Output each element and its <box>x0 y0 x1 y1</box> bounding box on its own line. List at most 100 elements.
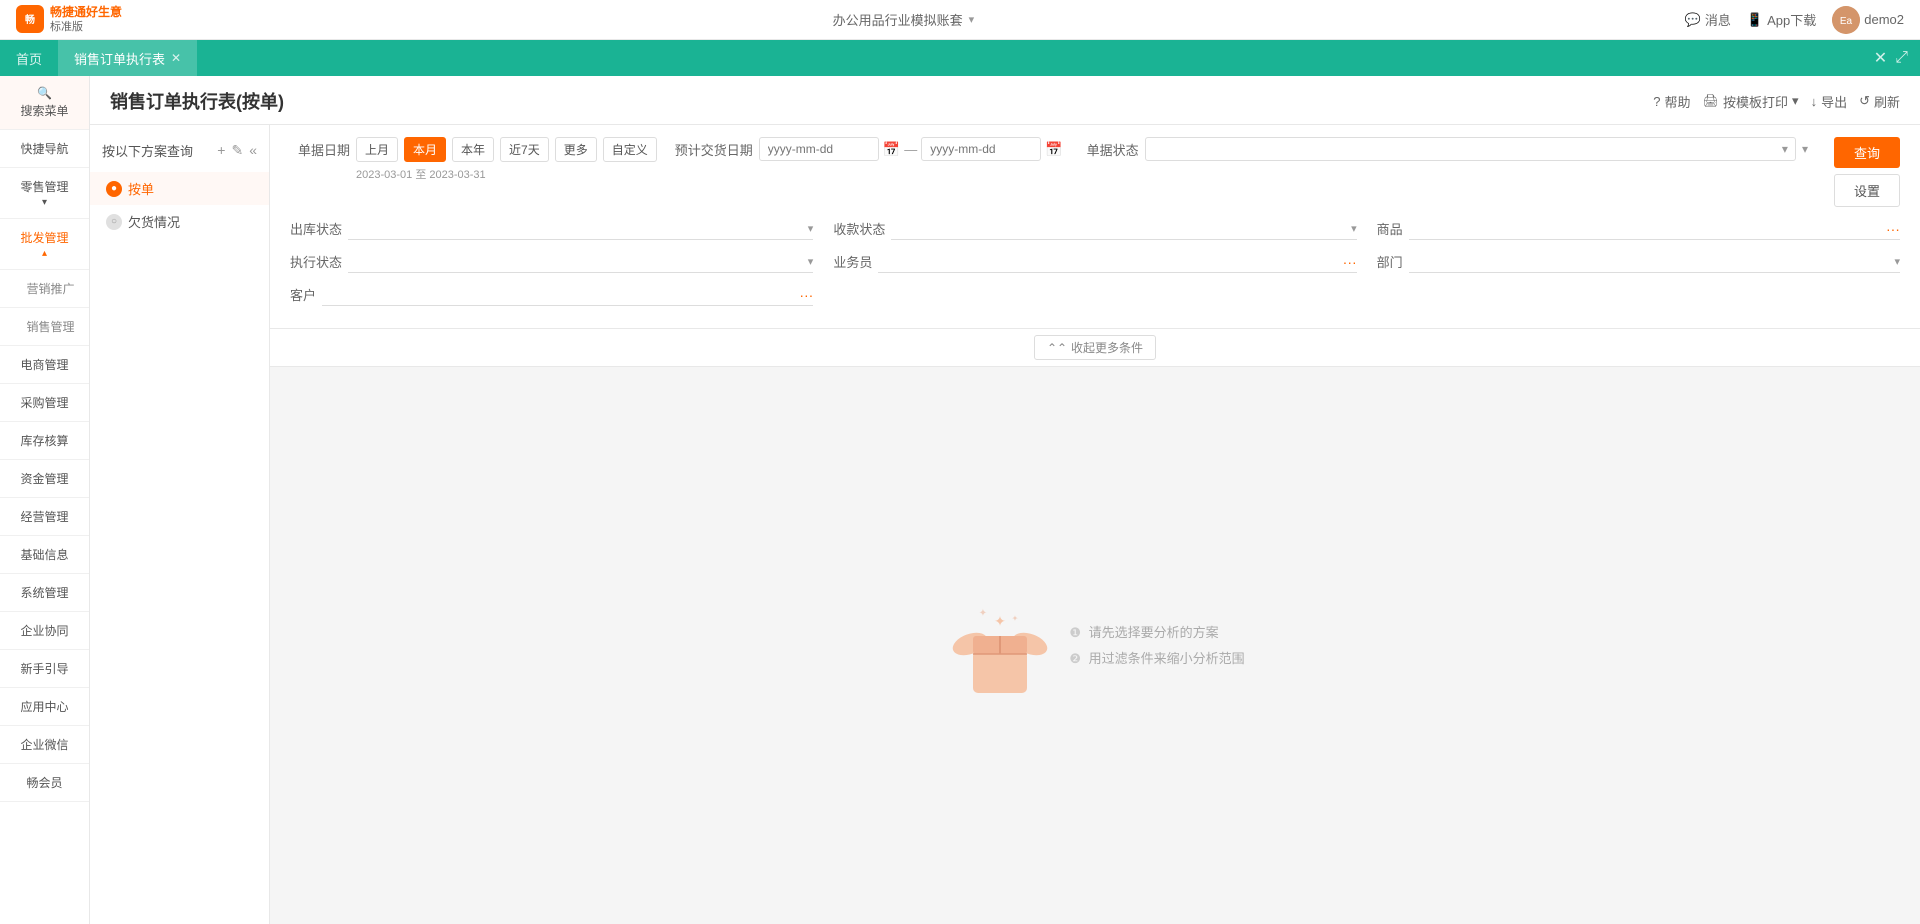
app-icon: 📱 <box>1747 12 1763 28</box>
tab-close-icon[interactable]: ✕ <box>171 51 181 65</box>
template-print-btn[interactable]: 🖨 按模板打印 ▾ <box>1703 92 1799 111</box>
expected-delivery-end[interactable] <box>921 137 1041 161</box>
date-btn-this-year[interactable]: 本年 <box>452 137 494 162</box>
sidebar-item-basic[interactable]: 基础信息 <box>0 536 89 574</box>
settings-button[interactable]: 设置 <box>1834 174 1900 207</box>
svg-text:✦: ✦ <box>979 608 987 619</box>
date-btn-more[interactable]: 更多 <box>555 137 597 162</box>
sidebar-item-quicknav[interactable]: 快捷导航 <box>0 130 89 168</box>
logo-icon: 畅 <box>16 5 44 33</box>
salesman-input[interactable] <box>878 250 1356 273</box>
goods-input[interactable] <box>1409 217 1900 240</box>
export-icon: ↓ <box>1811 94 1818 109</box>
scheme-list: ● 按单 ○ 欠货情况 <box>90 166 269 244</box>
outbound-input-wrap: ▾ <box>348 217 813 240</box>
calendar-end-icon[interactable]: 📅 <box>1045 141 1062 158</box>
svg-text:✦: ✦ <box>1012 614 1019 623</box>
salesman-input-wrap: ··· <box>878 250 1356 273</box>
svg-text:Ea: Ea <box>1840 16 1853 27</box>
page-header: 销售订单执行表(按单) ? 帮助 🖨 按模板打印 ▾ ↓ 导出 <box>90 76 1920 125</box>
sidebar-item-enterprise[interactable]: 企业协同 <box>0 612 89 650</box>
goods-input-wrap: ··· <box>1409 217 1900 240</box>
scheme-item-欠货情况[interactable]: ○ 欠货情况 <box>90 205 269 238</box>
svg-text:畅: 畅 <box>25 13 35 26</box>
logo-text: 畅捷通好生意 标准版 <box>50 5 122 35</box>
tab-minimize-btn[interactable]: ✕ <box>1874 48 1887 68</box>
sidebar-item-newbie[interactable]: 新手引导 <box>0 650 89 688</box>
scheme-item-按单[interactable]: ● 按单 <box>90 172 269 205</box>
main-layout: 🔍 搜索菜单 快捷导航 零售管理 ▾ 批发管理 ▴ 营销推广 销售管理 电商管理… <box>0 76 1920 924</box>
customer-dots-icon[interactable]: ··· <box>799 287 813 303</box>
sidebar-item-sales[interactable]: 销售管理 <box>0 308 89 346</box>
sidebar-item-wholesale[interactable]: 批发管理 ▴ <box>0 219 89 270</box>
empty-hint-1: ❶ 请先选择要分析的方案 <box>1069 620 1244 646</box>
sidebar-item-member[interactable]: 畅会员 <box>0 764 89 802</box>
dept-input-wrap: ▾ <box>1409 250 1900 273</box>
message-btn[interactable]: 💬 消息 <box>1685 10 1731 29</box>
date-label: 单据日期 <box>290 140 350 159</box>
sidebar-item-ecommerce[interactable]: 电商管理 <box>0 346 89 384</box>
date-btn-this-month[interactable]: 本月 <box>404 137 446 162</box>
scheme-header: 按以下方案查询 + ✎ « <box>90 135 269 166</box>
collection-label: 收款状态 <box>833 219 885 238</box>
page-title: 销售订单执行表(按单) <box>110 88 284 114</box>
sidebar-item-wechat[interactable]: 企业微信 <box>0 726 89 764</box>
nav-dropdown[interactable]: 办公用品行业模拟账套 ▾ <box>833 10 975 29</box>
goods-dots-icon[interactable]: ··· <box>1886 221 1900 237</box>
search-button[interactable]: 查询 <box>1834 137 1900 168</box>
user-btn[interactable]: Ea demo2 <box>1832 6 1904 34</box>
date-btn-custom[interactable]: 自定义 <box>603 137 657 162</box>
expected-delivery-label: 预计交货日期 <box>673 140 753 159</box>
export-btn[interactable]: ↓ 导出 <box>1811 92 1848 111</box>
execution-select[interactable] <box>348 250 813 273</box>
nav-dropdown-arrow: ▾ <box>969 13 975 26</box>
sidebar-item-apps[interactable]: 应用中心 <box>0 688 89 726</box>
dept-select[interactable] <box>1409 250 1900 273</box>
outbound-select[interactable] <box>348 217 813 240</box>
sidebar-item-purchase[interactable]: 采购管理 <box>0 384 89 422</box>
date-btn-last-month[interactable]: 上月 <box>356 137 398 162</box>
empty-hint-2: ❷ 用过滤条件来缩小分析范围 <box>1069 646 1244 672</box>
edit-scheme-icon[interactable]: ✎ <box>231 142 243 159</box>
add-scheme-icon[interactable]: + <box>217 142 225 159</box>
collapse-scheme-icon[interactable]: « <box>249 142 257 159</box>
empty-text: ❶ 请先选择要分析的方案 ❷ 用过滤条件来缩小分析范围 <box>1069 620 1244 672</box>
scheme-dot-inactive: ○ <box>106 214 122 230</box>
collection-select[interactable] <box>891 217 1356 240</box>
sidebar-item-search[interactable]: 🔍 搜索菜单 <box>0 76 89 130</box>
sidebar-item-finance[interactable]: 资金管理 <box>0 460 89 498</box>
tab-home[interactable]: 首页 <box>0 40 58 76</box>
sidebar-item-system[interactable]: 系统管理 <box>0 574 89 612</box>
sidebar-item-inventory[interactable]: 库存核算 <box>0 422 89 460</box>
sidebar-item-operations[interactable]: 经营管理 <box>0 498 89 536</box>
filter-top: 单据日期 上月 本月 本年 近7天 更多 自定义 2023-03-01 至 20… <box>270 125 1920 329</box>
sidebar-item-marketing[interactable]: 营销推广 <box>0 270 89 308</box>
execution-cell: 执行状态 ▾ <box>290 250 813 273</box>
tab-sales-exec[interactable]: 销售订单执行表 ✕ <box>58 40 197 76</box>
filter-container: 单据日期 上月 本月 本年 近7天 更多 自定义 2023-03-01 至 20… <box>270 125 1920 924</box>
salesman-dots-icon[interactable]: ··· <box>1343 254 1357 270</box>
help-btn[interactable]: ? 帮助 <box>1653 92 1690 111</box>
app-download-btn[interactable]: 📱 App下载 <box>1747 10 1816 29</box>
expected-delivery-start[interactable] <box>759 137 879 161</box>
calendar-start-icon[interactable]: 📅 <box>883 141 900 158</box>
collection-cell: 收款状态 ▾ <box>833 217 1356 240</box>
scheme-sidebar: 按以下方案查询 + ✎ « ● 按单 ○ 欠货情况 <box>90 125 270 924</box>
top-bar-left: 畅 畅捷通好生意 标准版 <box>16 5 122 35</box>
status-select[interactable] <box>1145 137 1796 161</box>
refresh-btn[interactable]: ↺ 刷新 <box>1859 92 1900 111</box>
collapse-icon: ⌃⌃ <box>1047 341 1067 355</box>
nav-tabs: 首页 销售订单执行表 ✕ ✕ ⤢ <box>0 40 1920 76</box>
customer-label: 客户 <box>290 285 316 304</box>
tab-maximize-btn[interactable]: ⤢ <box>1895 49 1908 67</box>
date-btn-7days[interactable]: 近7天 <box>500 137 549 162</box>
sidebar-item-retail[interactable]: 零售管理 ▾ <box>0 168 89 219</box>
customer-input[interactable] <box>322 283 813 306</box>
main-content: 按以下方案查询 + ✎ « ● 按单 ○ 欠货情况 <box>90 125 1920 924</box>
collapse-btn[interactable]: ⌃⌃ 收起更多条件 <box>1034 335 1156 360</box>
tab-window-actions: ✕ ⤢ <box>1862 40 1920 76</box>
salesman-label: 业务员 <box>833 252 872 271</box>
salesman-cell: 业务员 ··· <box>833 250 1356 273</box>
customer-cell: 客户 ··· <box>290 283 813 306</box>
print-arrow-icon: ▾ <box>1792 93 1799 109</box>
